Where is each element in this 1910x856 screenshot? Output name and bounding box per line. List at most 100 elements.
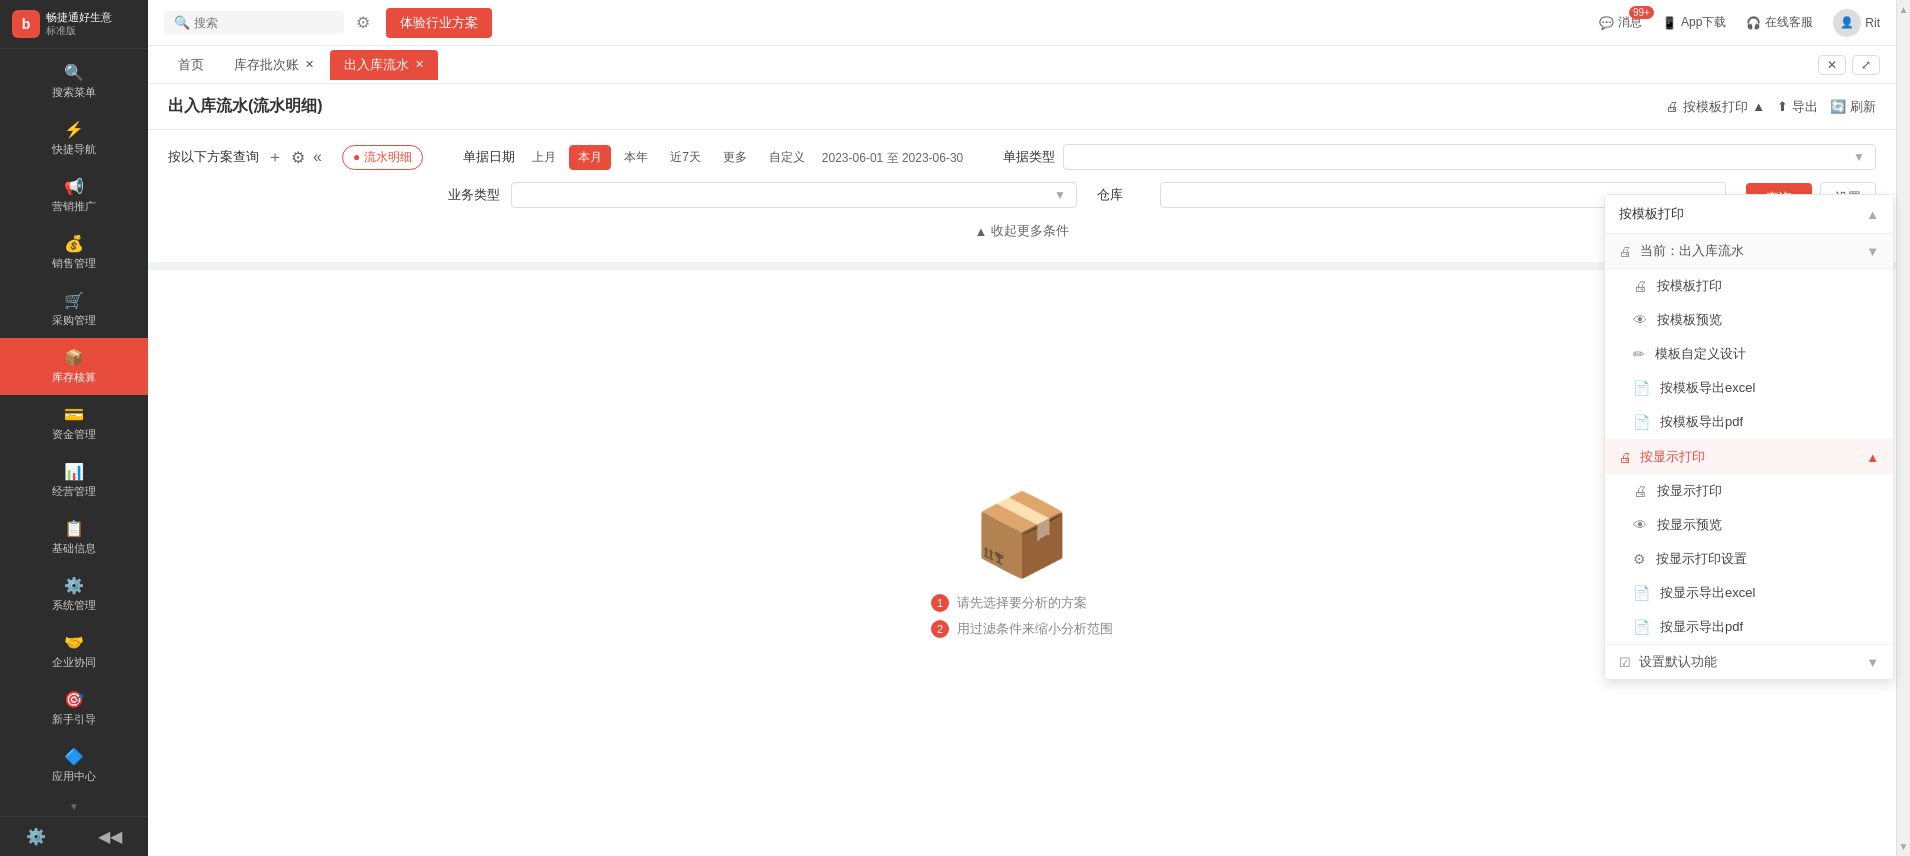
logo-icon: b (12, 10, 40, 38)
message-badge: 99+ (1629, 6, 1654, 19)
sidebar-item-sales[interactable]: 💰 销售管理 (0, 224, 148, 281)
display-preview-icon: 👁 (1633, 517, 1647, 533)
industry-btn[interactable]: 体验行业方案 (386, 8, 492, 38)
page-header: 出入库流水(流水明细) 🖨 按模板打印 ▲ ⬆ 导出 🔄 刷新 (148, 84, 1896, 130)
sidebar-item-appcenter[interactable]: 🔷 应用中心 (0, 737, 148, 794)
date-btn-more[interactable]: 更多 (714, 145, 756, 170)
template-print-item[interactable]: 🖨 按模板打印 (1605, 269, 1893, 303)
query-type-badge[interactable]: ● 流水明细 (342, 145, 423, 170)
sidebar-item-finance[interactable]: 💳 资金管理 (0, 395, 148, 452)
template-pdf-item[interactable]: 📄 按模板导出pdf (1605, 405, 1893, 439)
sales-icon: 💰 (64, 234, 84, 253)
right-scrollbar: ▲ ▼ (1896, 0, 1910, 856)
display-section-header[interactable]: 🖨 按显示打印 ▲ (1605, 440, 1893, 474)
sidebar-item-system[interactable]: ⚙️ 系统管理 (0, 566, 148, 623)
print-template-btn[interactable]: 🖨 按模板打印 ▲ (1666, 98, 1765, 116)
display-preview-item[interactable]: 👁 按显示预览 (1605, 508, 1893, 542)
tab-close-all-btn[interactable]: ✕ (1818, 55, 1846, 75)
logo-text: 畅捷通好生意 (46, 10, 112, 24)
template-design-item[interactable]: ✏ 模板自定义设计 (1605, 337, 1893, 371)
app-download-btn[interactable]: 📱 App下载 (1662, 14, 1726, 31)
sidebar-item-operation[interactable]: 📊 经营管理 (0, 452, 148, 509)
guide-icon: 🎯 (64, 690, 84, 709)
date-picker-group: 上月 本月 本年 近7天 更多 自定义 (523, 145, 814, 170)
doc-type-select[interactable]: ▼ (1063, 144, 1876, 170)
page-title: 出入库流水(流水明细) (168, 96, 323, 129)
date-btn-last-month[interactable]: 上月 (523, 145, 565, 170)
sidebar-scroll-down[interactable]: ▼ (0, 797, 148, 816)
pdf-icon: 📄 (1633, 414, 1650, 430)
filter-expand-btn[interactable]: « (313, 148, 322, 166)
inventory-icon: 📦 (64, 348, 84, 367)
print-dropdown-panel: 按模板打印 ▲ 🖨 当前：出入库流水 ▼ 🖨 按模板打印 👁 按模板预览 ✏ 模 (1604, 194, 1894, 680)
date-btn-current-month[interactable]: 本月 (569, 145, 611, 170)
scroll-up-btn[interactable]: ▲ (1897, 2, 1910, 17)
date-btn-custom[interactable]: 自定义 (760, 145, 814, 170)
app-download-icon: 📱 (1662, 16, 1677, 30)
logo-sub: 标准版 (46, 24, 112, 38)
display-section-arrow: ▲ (1866, 450, 1879, 465)
set-default-btn[interactable]: ☑ 设置默认功能 ▼ (1605, 645, 1893, 679)
dropdown-header[interactable]: 按模板打印 ▲ (1605, 195, 1893, 234)
display-settings-icon: ⚙ (1633, 551, 1646, 567)
page-header-actions: 🖨 按模板打印 ▲ ⬆ 导出 🔄 刷新 (1666, 98, 1876, 128)
sidebar-item-inventory[interactable]: 📦 库存核算 (0, 338, 148, 395)
topbar-gear-icon[interactable]: ⚙ (356, 13, 370, 32)
date-range-display: 2023-06-01 至 2023-06-30 (822, 150, 963, 167)
topbar-search[interactable]: 🔍 (164, 11, 344, 34)
export-btn[interactable]: ⬆ 导出 (1777, 98, 1818, 116)
quicknav-icon: ⚡ (64, 120, 84, 139)
date-btn-current-year[interactable]: 本年 (615, 145, 657, 170)
filter-settings-btn[interactable]: ⚙ (291, 148, 305, 167)
sidebar-nav: 🔍 搜索菜单 ⚡ 快捷导航 📢 营销推广 💰 销售管理 🛒 采购管理 📦 库存核… (0, 49, 148, 797)
message-btn[interactable]: 💬 消息 99+ (1599, 14, 1642, 31)
topbar-right: 💬 消息 99+ 📱 App下载 🎧 在线客服 👤 Rit (1599, 9, 1880, 37)
dropdown-header-arrow[interactable]: ▲ (1866, 207, 1879, 222)
template-preview-item[interactable]: 👁 按模板预览 (1605, 303, 1893, 337)
sidebar-item-marketing[interactable]: 📢 营销推广 (0, 167, 148, 224)
empty-step-1: 1 请先选择要分析的方案 (931, 594, 1113, 612)
biz-type-arrow: ▼ (1054, 188, 1066, 202)
tab-flow[interactable]: 出入库流水 ✕ (330, 50, 438, 80)
tab-flow-close[interactable]: ✕ (415, 58, 424, 71)
search-icon: 🔍 (174, 15, 190, 30)
finance-icon: 💳 (64, 405, 84, 424)
display-pdf-item[interactable]: 📄 按显示导出pdf (1605, 610, 1893, 644)
filter-row-1: 按以下方案查询 ＋ ⚙ « ● 流水明细 单据日期 上月 本月 本年 近7天 (168, 144, 1876, 170)
sidebar-item-quicknav[interactable]: ⚡ 快捷导航 (0, 110, 148, 167)
biz-type-select[interactable]: ▼ (511, 182, 1077, 208)
filter-label: 按以下方案查询 (168, 148, 259, 166)
sidebar-item-guide[interactable]: 🎯 新手引导 (0, 680, 148, 737)
operation-icon: 📊 (64, 462, 84, 481)
date-btn-last7days[interactable]: 近7天 (661, 145, 710, 170)
display-settings-item[interactable]: ⚙ 按显示打印设置 (1605, 542, 1893, 576)
sidebar-item-purchase[interactable]: 🛒 采购管理 (0, 281, 148, 338)
sidebar-item-collab[interactable]: 🤝 企业协同 (0, 623, 148, 680)
tab-home[interactable]: 首页 (164, 50, 218, 80)
refresh-btn[interactable]: 🔄 刷新 (1830, 98, 1876, 116)
user-profile[interactable]: 👤 Rit (1833, 9, 1880, 37)
display-excel-item[interactable]: 📄 按显示导出excel (1605, 576, 1893, 610)
display-print-item[interactable]: 🖨 按显示打印 (1605, 474, 1893, 508)
online-service-btn[interactable]: 🎧 在线客服 (1746, 14, 1813, 31)
appcenter-icon: 🔷 (64, 747, 84, 766)
design-icon: ✏ (1633, 346, 1645, 362)
settings-icon[interactable]: ⚙️ (26, 827, 46, 846)
tab-expand-btn[interactable]: ⤢ (1852, 55, 1880, 75)
warehouse-label: 仓库 (1097, 186, 1152, 204)
search-input[interactable] (194, 16, 294, 30)
tab-batch[interactable]: 库存批次账 ✕ (220, 50, 328, 80)
sidebar-bottom: ⚙️ ◀◀ (0, 816, 148, 856)
scroll-down-btn[interactable]: ▼ (1897, 839, 1910, 854)
display-group: 🖨 按显示打印 👁 按显示预览 ⚙ 按显示打印设置 📄 按显示导出excel 📄… (1605, 474, 1893, 645)
filter-query-section: 按以下方案查询 ＋ ⚙ « (168, 147, 322, 168)
template-excel-item[interactable]: 📄 按模板导出excel (1605, 371, 1893, 405)
filter-add-btn[interactable]: ＋ (267, 147, 283, 168)
sidebar-item-basic[interactable]: 📋 基础信息 (0, 509, 148, 566)
tab-batch-close[interactable]: ✕ (305, 58, 314, 71)
chevron-up-icon: ▲ (1752, 99, 1765, 114)
default-func-icon: ☑ (1619, 655, 1631, 670)
collapse-icon[interactable]: ◀◀ (98, 827, 122, 846)
dropdown-current[interactable]: 🖨 当前：出入库流水 ▼ (1605, 234, 1893, 269)
sidebar-item-search[interactable]: 🔍 搜索菜单 (0, 53, 148, 110)
